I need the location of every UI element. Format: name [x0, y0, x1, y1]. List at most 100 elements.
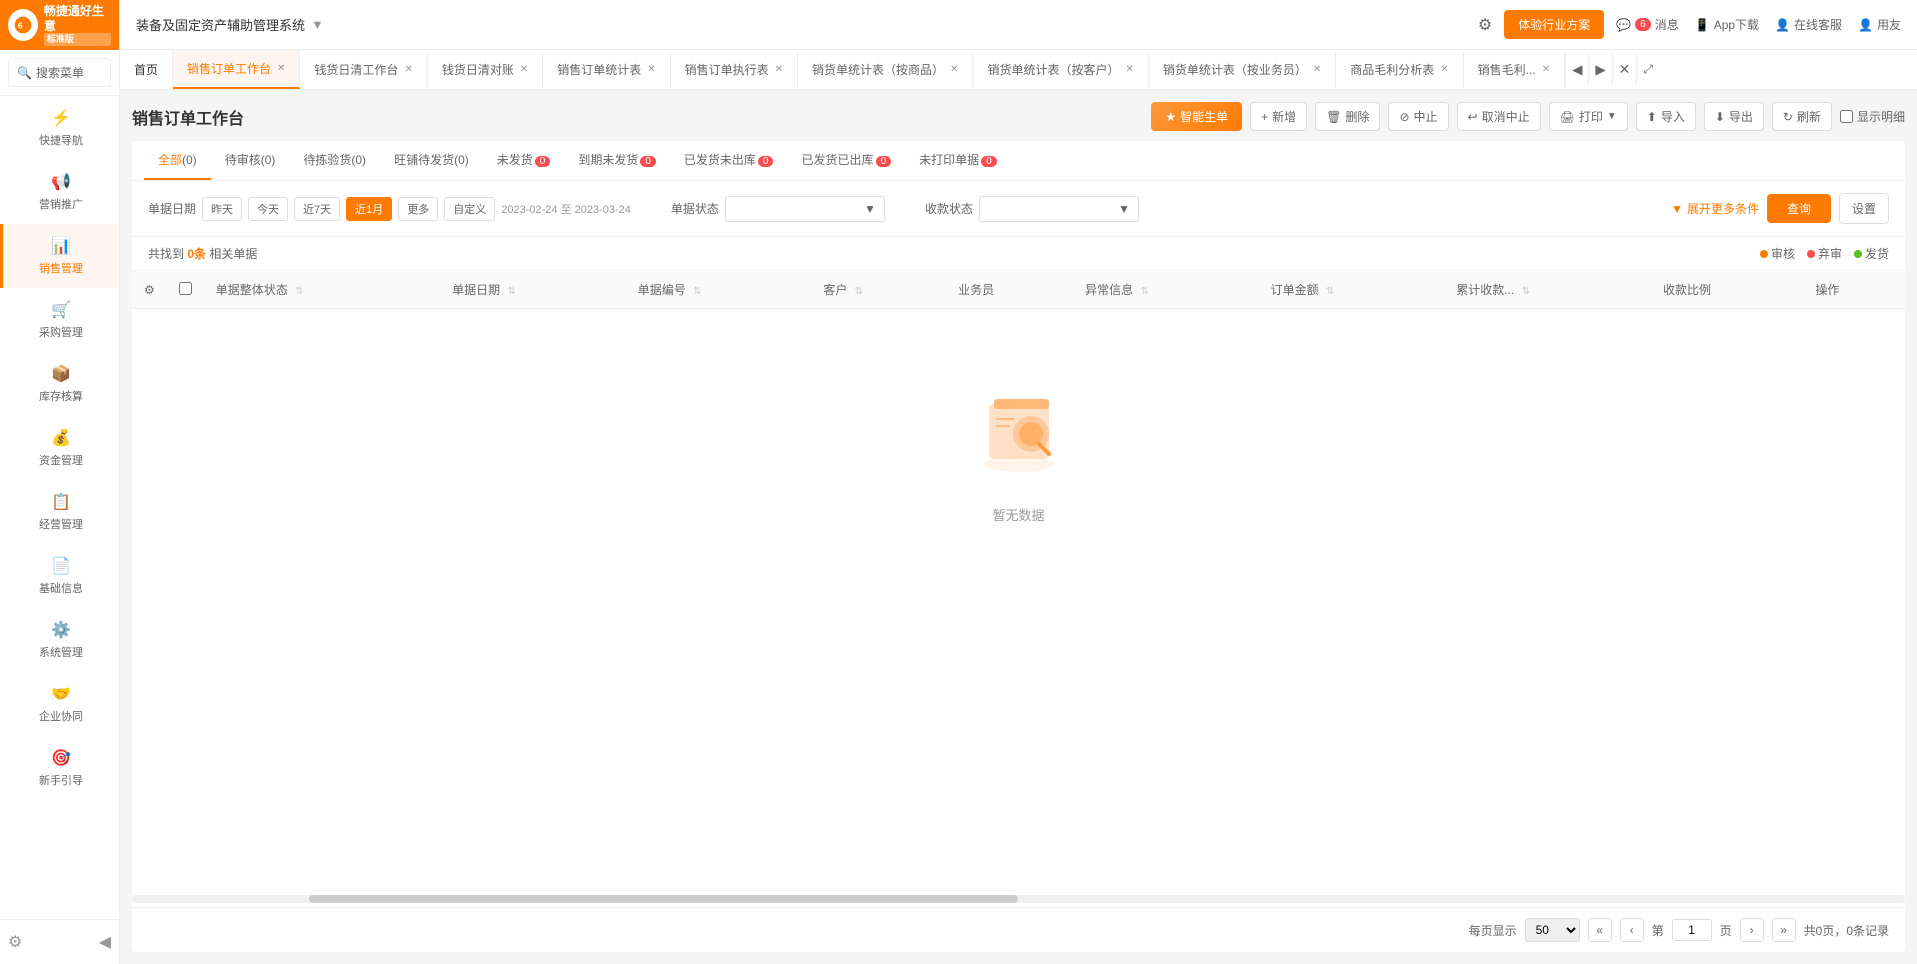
tab-maximize-button[interactable]: ⤢ — [1636, 54, 1659, 85]
show-detail-check[interactable] — [1840, 110, 1853, 123]
industry-solution-button[interactable]: 体验行业方案 — [1504, 10, 1604, 39]
filter-tab-pending-inspect[interactable]: 待拣验货(0) — [289, 141, 380, 180]
sidebar-item-inventory[interactable]: 📦 库存核算 — [0, 352, 119, 416]
date-today[interactable]: 今天 — [248, 197, 288, 221]
horizontal-scrollbar[interactable] — [132, 895, 1905, 903]
tab-sales-by-product[interactable]: 销货单统计表（按商品） ✕ — [798, 51, 973, 88]
cancel-stop-button[interactable]: ↩ 取消中止 — [1457, 102, 1541, 131]
sort-received-icon[interactable]: ⇅ — [1522, 286, 1530, 297]
tab-sales-order[interactable]: 销售订单工作台 ✕ — [173, 50, 300, 89]
sidebar-item-system[interactable]: ⚙️ 系统管理 — [0, 608, 119, 672]
scrollbar-thumb[interactable] — [309, 895, 1018, 903]
page-prev-button[interactable]: ‹ — [1620, 918, 1644, 942]
sort-customer-icon[interactable]: ⇅ — [855, 286, 863, 297]
sidebar-item-sales[interactable]: 📊 销售管理 — [0, 224, 119, 288]
message-button[interactable]: 💬 6 消息 — [1616, 16, 1679, 33]
import-button[interactable]: ⬆ 导入 — [1636, 102, 1696, 131]
page-next-button[interactable]: › — [1740, 918, 1764, 942]
search-menu-button[interactable]: 🔍 搜索菜单 — [8, 58, 111, 87]
tab-close-by-staff[interactable]: ✕ — [1313, 64, 1321, 75]
tab-close-sales-exec[interactable]: ✕ — [775, 64, 783, 75]
settings-filter-button[interactable]: 设置 — [1839, 193, 1889, 224]
sidebar-item-marketing[interactable]: 📢 营销推广 — [0, 160, 119, 224]
refresh-button[interactable]: ↻ 刷新 — [1772, 102, 1832, 131]
table-scroll[interactable]: ⚙ 单据整体状态 ⇅ 单据日期 ⇅ — [132, 271, 1905, 891]
tab-sales-by-customer[interactable]: 销货单统计表（按客户） ✕ — [973, 51, 1148, 88]
show-detail-checkbox[interactable]: 显示明细 — [1840, 108, 1905, 125]
tab-gross-margin[interactable]: 商品毛利分析表 ✕ — [1336, 51, 1463, 88]
print-button[interactable]: 🖨 打印 ▼ — [1549, 102, 1628, 131]
tab-close-by-product[interactable]: ✕ — [950, 64, 958, 75]
collapse-icon[interactable]: ◀ — [99, 932, 111, 952]
tab-next-button[interactable]: ▶ — [1588, 54, 1611, 86]
user-button[interactable]: 👤 用友 — [1858, 16, 1901, 33]
tab-home[interactable]: 首页 — [120, 51, 173, 88]
sort-exception-icon[interactable]: ⇅ — [1140, 286, 1148, 297]
tab-close-cash-reconcile[interactable]: ✕ — [520, 64, 528, 75]
stop-button[interactable]: ⊘ 中止 — [1388, 102, 1448, 131]
date-7days[interactable]: 近7天 — [294, 197, 340, 221]
sidebar-item-guide[interactable]: 🎯 新手引导 — [0, 736, 119, 800]
date-custom[interactable]: 自定义 — [444, 197, 495, 221]
page-size-select[interactable]: 50 100 200 — [1525, 918, 1580, 942]
sidebar-item-basic-info[interactable]: 📄 基础信息 — [0, 544, 119, 608]
tab-close-sales-stats[interactable]: ✕ — [647, 64, 655, 75]
filter-tab-unprinted[interactable]: 未打印单据0 — [905, 141, 1011, 180]
tab-sales-stats[interactable]: 销售订单统计表 ✕ — [543, 51, 670, 88]
expand-conditions-button[interactable]: ▼ 展开更多条件 — [1671, 200, 1759, 217]
tab-close-gross-margin[interactable]: ✕ — [1440, 64, 1448, 75]
filter-tab-shipped-out[interactable]: 已发货已出库0 — [787, 141, 905, 180]
tab-cash-reconcile[interactable]: 钱货日清对账 ✕ — [428, 51, 543, 88]
dropdown-icon[interactable]: ▼ — [311, 17, 324, 32]
tab-sales-by-staff[interactable]: 销货单统计表（按业务员） ✕ — [1149, 51, 1336, 88]
delete-button[interactable]: 🗑 删除 — [1315, 102, 1380, 131]
tab-close-sales-order[interactable]: ✕ — [277, 63, 285, 74]
gear-button[interactable]: ⚙ — [1478, 15, 1492, 35]
tab-prev-button[interactable]: ◀ — [1565, 54, 1588, 86]
page-number-input[interactable] — [1672, 919, 1712, 941]
review-action-button[interactable]: 审核 — [1760, 245, 1795, 262]
sidebar-item-quick-nav[interactable]: ⚡ 快捷导航 — [0, 96, 119, 160]
status-select[interactable]: ▼ — [725, 196, 885, 222]
online-service-button[interactable]: 👤 在线客服 — [1775, 16, 1842, 33]
smart-generate-button[interactable]: ★ 智能生单 — [1151, 102, 1242, 131]
page-last-button[interactable]: » — [1772, 918, 1796, 942]
tab-sales-profit[interactable]: 销售毛利... ✕ — [1464, 51, 1565, 88]
tab-close-sales-profit[interactable]: ✕ — [1542, 64, 1550, 75]
filter-tab-pending-review[interactable]: 待审核(0) — [211, 141, 290, 180]
sidebar-item-operations[interactable]: 📋 经营管理 — [0, 480, 119, 544]
export-button[interactable]: ⬇ 导出 — [1704, 102, 1764, 131]
tab-close-all-button[interactable]: ✕ — [1612, 53, 1637, 86]
query-button[interactable]: 查询 — [1767, 194, 1831, 223]
filter-tab-overdue-unshipped[interactable]: 到期未发货0 — [564, 141, 670, 180]
tab-cash-daily[interactable]: 钱货日清工作台 ✕ — [300, 51, 427, 88]
date-more[interactable]: 更多 — [398, 197, 438, 221]
filter-tab-all[interactable]: 全部(0) — [144, 141, 211, 180]
sidebar-item-cooperation[interactable]: 🤝 企业协同 — [0, 672, 119, 736]
settings-icon[interactable]: ⚙ — [8, 932, 22, 952]
select-all-checkbox[interactable] — [179, 282, 192, 295]
filter-tab-unshipped[interactable]: 未发货0 — [483, 141, 565, 180]
add-button[interactable]: + 新增 — [1250, 102, 1307, 131]
filter-tab-wangpu[interactable]: 旺铺待发货(0) — [380, 141, 483, 180]
ship-action-button[interactable]: 发货 — [1854, 245, 1889, 262]
date-1month[interactable]: 近1月 — [346, 197, 392, 221]
col-settings[interactable]: ⚙ — [132, 271, 167, 309]
tab-sales-exec[interactable]: 销售订单执行表 ✕ — [671, 51, 798, 88]
tab-close-by-customer[interactable]: ✕ — [1125, 64, 1133, 75]
sort-status-icon[interactable]: ⇅ — [295, 286, 303, 297]
date-yesterday[interactable]: 昨天 — [202, 197, 242, 221]
payment-select[interactable]: ▼ — [979, 196, 1139, 222]
col-checkbox[interactable] — [167, 271, 204, 309]
sidebar-item-purchase[interactable]: 🛒 采购管理 — [0, 288, 119, 352]
sort-date-icon[interactable]: ⇅ — [507, 286, 515, 297]
sidebar-item-finance[interactable]: 💰 资金管理 — [0, 416, 119, 480]
page-first-button[interactable]: « — [1588, 918, 1612, 942]
filter-tab-shipped-not-out[interactable]: 已发货未出库0 — [670, 141, 788, 180]
tab-close-cash-daily[interactable]: ✕ — [404, 64, 412, 75]
abandon-review-button[interactable]: 弃审 — [1807, 245, 1842, 262]
sort-number-icon[interactable]: ⇅ — [693, 286, 701, 297]
sidebar-search[interactable]: 🔍 搜索菜单 — [0, 50, 119, 96]
sort-amount-icon[interactable]: ⇅ — [1326, 286, 1334, 297]
app-download-button[interactable]: 📱 App下载 — [1695, 16, 1759, 33]
